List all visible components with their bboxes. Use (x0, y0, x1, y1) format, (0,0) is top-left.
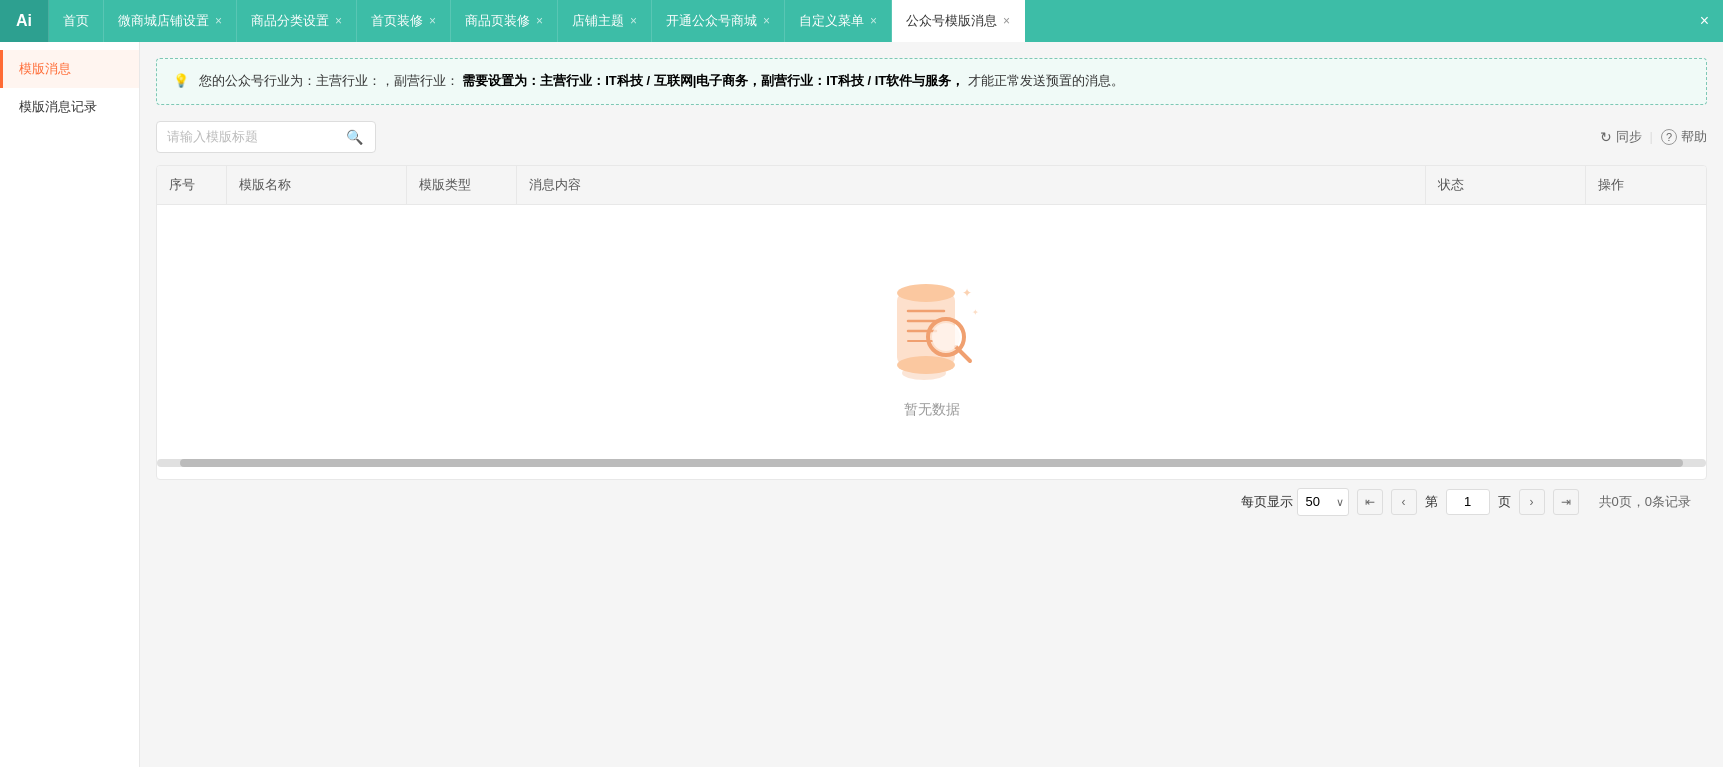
empty-illustration: ✦ ✦ (872, 265, 992, 385)
tab-template-msg[interactable]: 公众号模版消息 × (892, 0, 1025, 42)
page-label: 第 (1425, 493, 1438, 511)
last-page-icon: ⇥ (1561, 495, 1571, 509)
svg-point-3 (897, 356, 955, 374)
sync-label: 同步 (1616, 128, 1642, 146)
sync-icon: ↻ (1600, 129, 1612, 145)
close-custom-menu[interactable]: × (870, 15, 877, 27)
col-name: 模版名称 (227, 166, 407, 204)
sidebar: 模版消息 模版消息记录 (0, 42, 140, 767)
tab-home-decor[interactable]: 首页装修 × (357, 0, 451, 42)
page-suffix: 页 (1498, 493, 1511, 511)
pagination: 每页显示 50 10 20 100 ⇤ ‹ 第 页 (156, 480, 1707, 524)
per-page-wrap: 每页显示 50 10 20 100 (1241, 488, 1349, 516)
close-all-icon: × (1700, 12, 1709, 30)
close-store-theme[interactable]: × (630, 15, 637, 27)
tab-template-msg-label: 公众号模版消息 (906, 12, 997, 30)
main-layout: 模版消息 模版消息记录 💡 您的公众号行业为：主营行业：，副营行业： 需要设置为… (0, 42, 1723, 767)
close-open-mall[interactable]: × (763, 15, 770, 27)
notice-banner: 💡 您的公众号行业为：主营行业：，副营行业： 需要设置为：主营行业：IT科技 /… (156, 58, 1707, 105)
tab-product-decor-label: 商品页装修 (465, 12, 530, 30)
help-button[interactable]: ? 帮助 (1661, 128, 1707, 146)
tab-store-theme[interactable]: 店铺主题 × (558, 0, 652, 42)
empty-state: ✦ ✦ 暂无数据 (157, 205, 1706, 459)
tab-weishop-label: 微商城店铺设置 (118, 12, 209, 30)
col-index: 序号 (157, 166, 227, 204)
tab-open-mall-label: 开通公众号商城 (666, 12, 757, 30)
last-page-button[interactable]: ⇥ (1553, 489, 1579, 515)
close-category-settings[interactable]: × (335, 15, 342, 27)
notice-prefix: 您的公众号行业为：主营行业：，副营行业： (199, 73, 459, 88)
top-navigation: Ai 首页 微商城店铺设置 × 商品分类设置 × 首页装修 × 商品页装修 × … (0, 0, 1723, 42)
tab-category-label: 商品分类设置 (251, 12, 329, 30)
tab-home[interactable]: 首页 (49, 0, 104, 42)
search-icon: 🔍 (346, 129, 363, 145)
col-action: 操作 (1586, 166, 1706, 204)
sidebar-item-template-msg-log-label: 模版消息记录 (19, 99, 97, 114)
tab-store-theme-label: 店铺主题 (572, 12, 624, 30)
tab-open-mall[interactable]: 开通公众号商城 × (652, 0, 785, 42)
table-header: 序号 模版名称 模版类型 消息内容 状态 操作 (157, 166, 1706, 205)
page-number-input[interactable] (1446, 489, 1490, 515)
sidebar-item-template-msg-label: 模版消息 (19, 61, 71, 76)
tab-custom-menu[interactable]: 自定义菜单 × (785, 0, 892, 42)
tab-weishop-settings[interactable]: 微商城店铺设置 × (104, 0, 237, 42)
svg-point-2 (897, 284, 955, 302)
sidebar-item-template-msg-log[interactable]: 模版消息记录 (0, 88, 139, 126)
first-page-icon: ⇤ (1365, 495, 1375, 509)
notice-suffix: 才能正常发送预置的消息。 (968, 73, 1124, 88)
search-button[interactable]: 🔍 (346, 129, 363, 145)
col-status: 状态 (1426, 166, 1586, 204)
scrollbar-thumb[interactable] (180, 459, 1683, 467)
next-page-icon: › (1530, 495, 1534, 509)
col-content: 消息内容 (517, 166, 1426, 204)
close-all-tabs-button[interactable]: × (1686, 0, 1723, 42)
per-page-select-wrap[interactable]: 50 10 20 100 (1297, 488, 1349, 516)
search-input[interactable] (156, 121, 376, 153)
col-type: 模版类型 (407, 166, 517, 204)
prev-page-icon: ‹ (1402, 495, 1406, 509)
help-label: 帮助 (1681, 128, 1707, 146)
svg-point-10 (932, 323, 960, 351)
logo-text: Ai (16, 12, 32, 30)
tab-product-decor[interactable]: 商品页装修 × (451, 0, 558, 42)
search-bar: 🔍 ↻ 同步 | ? 帮助 (156, 121, 1707, 153)
tab-category-settings[interactable]: 商品分类设置 × (237, 0, 357, 42)
toolbar-divider: | (1650, 129, 1653, 144)
close-home-decor[interactable]: × (429, 15, 436, 27)
pagination-total: 共0页，0条记录 (1599, 493, 1691, 511)
close-product-decor[interactable]: × (536, 15, 543, 27)
tab-custom-menu-label: 自定义菜单 (799, 12, 864, 30)
logo-tab[interactable]: Ai (0, 0, 49, 42)
first-page-button[interactable]: ⇤ (1357, 489, 1383, 515)
next-page-button[interactable]: › (1519, 489, 1545, 515)
notice-icon: 💡 (173, 73, 189, 88)
svg-text:✦: ✦ (972, 308, 979, 317)
close-template-msg[interactable]: × (1003, 15, 1010, 27)
prev-page-button[interactable]: ‹ (1391, 489, 1417, 515)
horizontal-scrollbar[interactable] (157, 459, 1706, 467)
sync-button[interactable]: ↻ 同步 (1600, 128, 1642, 146)
notice-highlight: 需要设置为：主营行业：IT科技 / 互联网|电子商务，副营行业：IT科技 / I… (462, 73, 964, 88)
empty-icon: ✦ ✦ (872, 265, 992, 385)
close-weishop-settings[interactable]: × (215, 15, 222, 27)
content-area: 💡 您的公众号行业为：主营行业：，副营行业： 需要设置为：主营行业：IT科技 /… (140, 42, 1723, 767)
sidebar-item-template-msg[interactable]: 模版消息 (0, 50, 139, 88)
data-table: 序号 模版名称 模版类型 消息内容 状态 操作 (156, 165, 1707, 480)
per-page-label: 每页显示 (1241, 493, 1293, 511)
help-icon: ? (1661, 129, 1677, 145)
tab-home-decor-label: 首页装修 (371, 12, 423, 30)
empty-text: 暂无数据 (904, 401, 960, 419)
per-page-select[interactable]: 50 10 20 100 (1297, 488, 1349, 516)
sync-help-area: ↻ 同步 | ? 帮助 (1600, 128, 1707, 146)
tab-home-label: 首页 (63, 12, 89, 30)
svg-text:✦: ✦ (962, 286, 972, 300)
